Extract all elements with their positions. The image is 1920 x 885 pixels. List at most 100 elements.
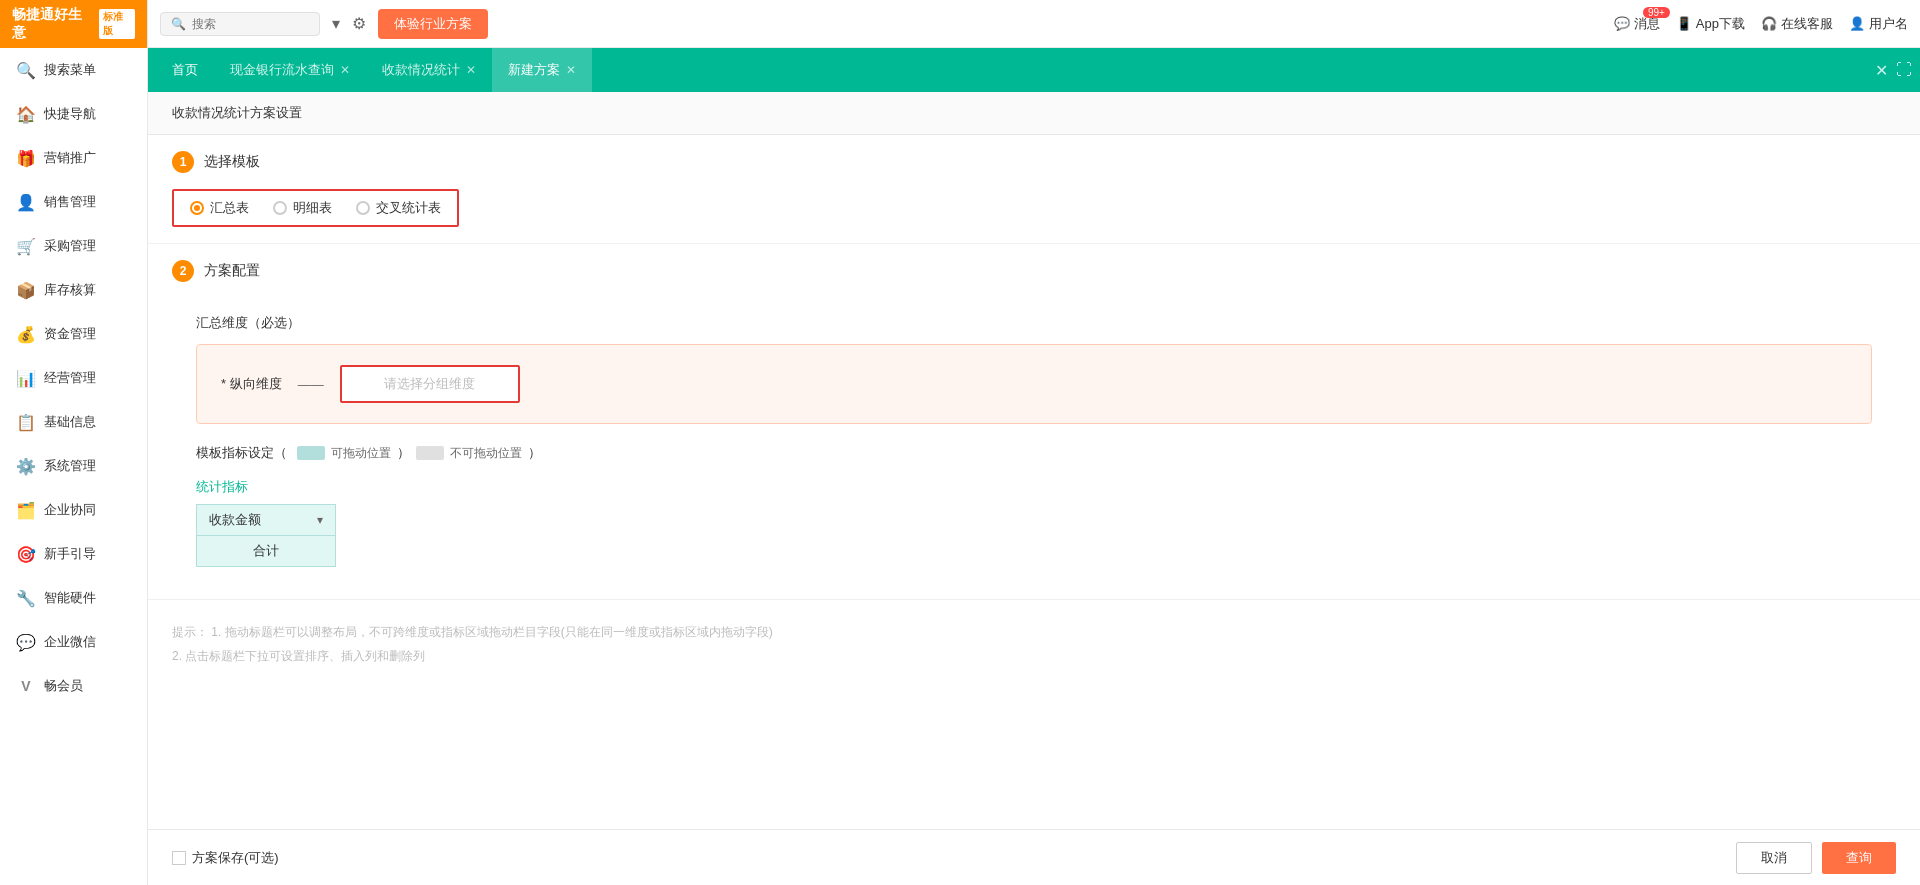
tab-bank-flow[interactable]: 现金银行流水查询 ✕ <box>214 48 366 92</box>
sidebar-logo: 畅捷通好生意 标准版 <box>0 0 147 48</box>
footer: 方案保存(可选) 取消 查询 <box>148 829 1920 885</box>
sidebar-item-purchase[interactable]: 🛒 采购管理 <box>0 224 147 268</box>
sidebar-item-label: 畅会员 <box>44 677 83 695</box>
sidebar-item-label: 系统管理 <box>44 457 96 475</box>
sidebar-item-label: 经营管理 <box>44 369 96 387</box>
sidebar-item-label: 搜索菜单 <box>44 61 96 79</box>
sales-icon: 👤 <box>16 193 36 212</box>
sidebar-item-label: 企业微信 <box>44 633 96 651</box>
sidebar-item-basic-info[interactable]: 📋 基础信息 <box>0 400 147 444</box>
tab-home[interactable]: 首页 <box>156 48 214 92</box>
gear-icon[interactable]: ⚙ <box>352 14 366 33</box>
service-icon: 🎧 <box>1761 16 1777 31</box>
dimension-title: 汇总维度（必选） <box>196 314 1872 332</box>
msg-btn[interactable]: 💬 消息 99+ <box>1614 15 1660 33</box>
tab-close-icon[interactable]: ✕ <box>466 63 476 77</box>
main-area: 🔍 ▾ ⚙ 体验行业方案 💬 消息 99+ 📱 App下载 🎧 在线客服 👤 用… <box>148 0 1920 885</box>
sidebar-item-enterprise-wechat[interactable]: 💬 企业微信 <box>0 620 147 664</box>
vip-icon: V <box>16 678 36 694</box>
step2-section: 2 方案配置 汇总维度（必选） * 纵向维度 —— 请选择分组维度 <box>148 244 1920 600</box>
tab-close-icon[interactable]: ✕ <box>566 63 576 77</box>
sidebar-item-sales[interactable]: 👤 销售管理 <box>0 180 147 224</box>
sidebar-item-smart-hw[interactable]: 🔧 智能硬件 <box>0 576 147 620</box>
radio-summary-circle <box>190 201 204 215</box>
cancel-button[interactable]: 取消 <box>1736 842 1812 874</box>
system-icon: ⚙️ <box>16 457 36 476</box>
logo-badge: 标准版 <box>99 9 135 39</box>
legend-not-draggable: 不可拖动位置 <box>416 445 522 462</box>
msg-badge: 99+ <box>1643 7 1670 18</box>
topbar-search-box[interactable]: 🔍 <box>160 12 320 36</box>
finance-icon: 💰 <box>16 325 36 344</box>
operations-icon: 📊 <box>16 369 36 388</box>
trial-btn[interactable]: 体验行业方案 <box>378 9 488 39</box>
sidebar-item-label: 快捷导航 <box>44 105 96 123</box>
tab-expand-icon[interactable]: ⛶ <box>1896 61 1912 79</box>
query-button[interactable]: 查询 <box>1822 842 1896 874</box>
marketing-icon: 🎁 <box>16 149 36 168</box>
step1-num: 1 <box>172 151 194 173</box>
dimension-placeholder[interactable]: 请选择分组维度 <box>340 365 520 403</box>
sidebar-item-marketing[interactable]: 🎁 营销推广 <box>0 136 147 180</box>
tip2: 2. 点击标题栏下拉可设置排序、插入列和删除列 <box>172 644 1896 668</box>
save-checkbox[interactable] <box>172 851 186 865</box>
step2-num: 2 <box>172 260 194 282</box>
sidebar-item-enterprise-coop[interactable]: 🗂️ 企业协同 <box>0 488 147 532</box>
sidebar-item-inventory[interactable]: 📦 库存核算 <box>0 268 147 312</box>
dropdown-icon[interactable]: ▾ <box>332 14 340 33</box>
tab-new-plan[interactable]: 新建方案 ✕ <box>492 48 592 92</box>
sidebar-item-label: 采购管理 <box>44 237 96 255</box>
sidebar-item-quick-nav[interactable]: 🏠 快捷导航 <box>0 92 147 136</box>
sidebar-item-system[interactable]: ⚙️ 系统管理 <box>0 444 147 488</box>
sidebar-item-label: 库存核算 <box>44 281 96 299</box>
sidebar-item-label: 智能硬件 <box>44 589 96 607</box>
sidebar-item-label: 企业协同 <box>44 501 96 519</box>
metrics-table: 收款金额 ▾ 合计 <box>196 504 336 567</box>
radio-summary[interactable]: 汇总表 <box>190 199 249 217</box>
save-label: 方案保存(可选) <box>192 849 279 867</box>
tips-section: 提示： 1. 拖动标题栏可以调整布局，不可跨维度或指标区域拖动栏目字段(只能在同… <box>148 620 1920 668</box>
topbar: 🔍 ▾ ⚙ 体验行业方案 💬 消息 99+ 📱 App下载 🎧 在线客服 👤 用… <box>148 0 1920 48</box>
guide-icon: 🎯 <box>16 545 36 564</box>
metrics-table-row: 合计 <box>197 536 335 566</box>
radio-crosstab-circle <box>356 201 370 215</box>
sidebar-item-vip[interactable]: V 畅会员 <box>0 664 147 708</box>
purchase-icon: 🛒 <box>16 237 36 256</box>
radio-detail[interactable]: 明细表 <box>273 199 332 217</box>
page-title: 收款情况统计方案设置 <box>148 92 1920 135</box>
legend-not-draggable-box <box>416 446 444 460</box>
sidebar-item-operations[interactable]: 📊 经营管理 <box>0 356 147 400</box>
sidebar-item-search-menu[interactable]: 🔍 搜索菜单 <box>0 48 147 92</box>
metrics-table-header[interactable]: 收款金额 ▾ <box>197 505 335 536</box>
search-menu-icon: 🔍 <box>16 61 36 80</box>
metrics-table-section: 统计指标 收款金额 ▾ 合计 <box>196 478 1872 567</box>
user-menu[interactable]: 👤 用户名 <box>1849 15 1908 33</box>
tab-receipts-stats[interactable]: 收款情况统计 ✕ <box>366 48 492 92</box>
app-download-btn[interactable]: 📱 App下载 <box>1676 15 1745 33</box>
msg-icon: 💬 <box>1614 16 1630 31</box>
tab-close-icon[interactable]: ✕ <box>340 63 350 77</box>
smart-hw-icon: 🔧 <box>16 589 36 608</box>
radio-detail-circle <box>273 201 287 215</box>
tab-window-close-icon[interactable]: ✕ <box>1875 61 1888 80</box>
logo-text: 畅捷通好生意 <box>12 6 91 42</box>
sidebar-item-label: 资金管理 <box>44 325 96 343</box>
tip-prefix: 提示： <box>172 625 208 639</box>
scheme-config: 汇总维度（必选） * 纵向维度 —— 请选择分组维度 模板指标 <box>172 298 1896 583</box>
metrics-header-chevron[interactable]: ▾ <box>317 513 323 527</box>
step1-section: 1 选择模板 汇总表 明细表 交叉统计表 <box>148 135 1920 244</box>
inventory-icon: 📦 <box>16 281 36 300</box>
sidebar-item-finance[interactable]: 💰 资金管理 <box>0 312 147 356</box>
vertical-dimension-label: * 纵向维度 <box>221 375 282 393</box>
footer-buttons: 取消 查询 <box>1736 842 1896 874</box>
sidebar-item-guide[interactable]: 🎯 新手引导 <box>0 532 147 576</box>
service-btn[interactable]: 🎧 在线客服 <box>1761 15 1833 33</box>
user-icon: 👤 <box>1849 16 1865 31</box>
footer-save-option: 方案保存(可选) <box>172 849 279 867</box>
search-input[interactable] <box>192 17 309 31</box>
tip1: 提示： 1. 拖动标题栏可以调整布局，不可跨维度或指标区域拖动栏目字段(只能在同… <box>172 620 1896 644</box>
radio-crosstab[interactable]: 交叉统计表 <box>356 199 441 217</box>
vertical-dimension-row: * 纵向维度 —— 请选择分组维度 <box>221 365 1847 403</box>
quick-nav-icon: 🏠 <box>16 105 36 124</box>
sidebar-item-label: 营销推广 <box>44 149 96 167</box>
